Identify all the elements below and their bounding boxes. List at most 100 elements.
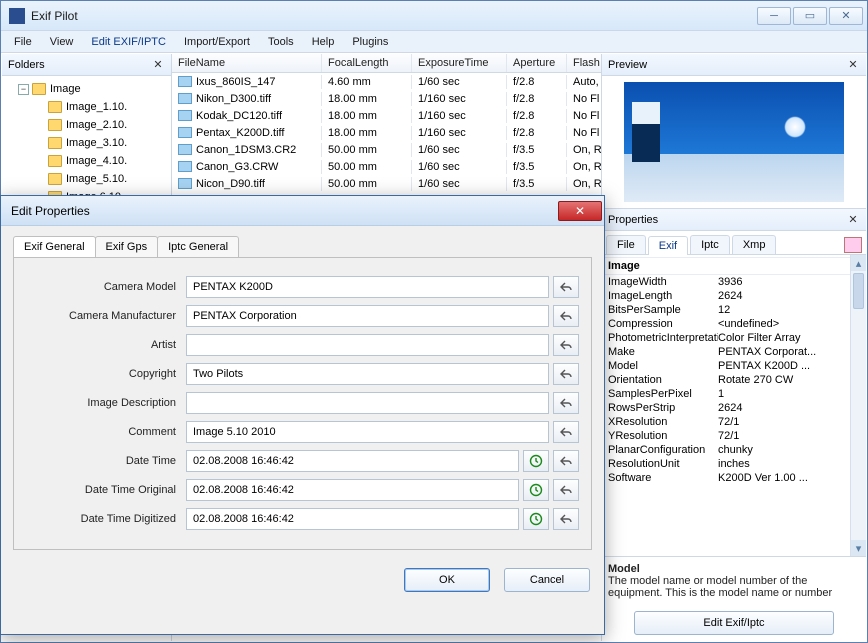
edit-exif-button[interactable]: Edit Exif/Iptc [634, 611, 834, 635]
comment-field[interactable] [186, 421, 549, 443]
property-row[interactable]: SoftwareK200D Ver 1.00 ... [602, 471, 866, 485]
camera-model-field[interactable] [186, 276, 549, 298]
undo-button[interactable] [553, 305, 579, 327]
field-label: Date Time Original [26, 484, 186, 496]
minimize-button[interactable]: ─ [757, 7, 791, 25]
undo-button[interactable] [553, 508, 579, 530]
properties-list[interactable]: ImageImageWidth3936ImageLength2624BitsPe… [602, 255, 866, 556]
tree-item-label[interactable]: Image_2.10. [66, 119, 127, 131]
undo-button[interactable] [553, 363, 579, 385]
cell: f/2.8 [507, 109, 567, 123]
date-time-digitized-field[interactable] [186, 508, 519, 530]
cell: Nicon_D90.tiff [172, 177, 322, 191]
undo-button[interactable] [553, 421, 579, 443]
property-row[interactable]: RowsPerStrip2624 [602, 401, 866, 415]
property-row[interactable]: ImageLength2624 [602, 289, 866, 303]
dialog-tab-iptc-general[interactable]: Iptc General [157, 236, 239, 257]
property-row[interactable]: XResolution72/1 [602, 415, 866, 429]
table-row[interactable]: Ixus_860IS_1474.60 mm1/60 secf/2.8Auto, [172, 73, 601, 90]
scroll-thumb[interactable] [853, 273, 864, 309]
folder-tree[interactable]: − Image Image_1.10. Image_2.10. Image_3.10. I… [2, 76, 171, 210]
date-time-original-field[interactable] [186, 479, 519, 501]
property-row[interactable]: ResolutionUnitinches [602, 457, 866, 471]
dialog-close-button[interactable]: ✕ [558, 201, 602, 221]
cell: 50.00 mm [322, 177, 412, 191]
date-time-field[interactable] [186, 450, 519, 472]
copyright-field[interactable] [186, 363, 549, 385]
table-row[interactable]: Pentax_K200D.tiff18.00 mm1/160 secf/2.8N… [172, 124, 601, 141]
tree-item-label[interactable]: Image_4.10. [66, 155, 127, 167]
dialog-tab-exif-gps[interactable]: Exif Gps [95, 236, 159, 257]
column-header[interactable]: FocalLength [322, 54, 412, 72]
tab-iptc[interactable]: Iptc [690, 235, 730, 254]
property-row[interactable]: Compression<undefined> [602, 317, 866, 331]
tab-exif[interactable]: Exif [648, 236, 688, 255]
table-row[interactable]: Nicon_D90.tiff50.00 mm1/60 secf/3.5On, R [172, 175, 601, 192]
cell: f/2.8 [507, 75, 567, 89]
folders-close-icon[interactable]: ✕ [151, 58, 165, 71]
tree-collapse-icon[interactable]: − [18, 84, 29, 95]
tree-item-label[interactable]: Image_1.10. [66, 101, 127, 113]
dialog-tab-exif-general[interactable]: Exif General [13, 236, 96, 257]
scroll-down-icon[interactable]: ▾ [851, 540, 866, 556]
camera-manufacturer-field[interactable] [186, 305, 549, 327]
undo-button[interactable] [553, 334, 579, 356]
property-row[interactable]: YResolution72/1 [602, 429, 866, 443]
property-row[interactable]: PlanarConfigurationchunky [602, 443, 866, 457]
ok-button[interactable]: OK [404, 568, 490, 592]
undo-button[interactable] [553, 392, 579, 414]
menu-plugins[interactable]: Plugins [343, 33, 397, 51]
now-button[interactable] [523, 479, 549, 501]
menu-tools[interactable]: Tools [259, 33, 303, 51]
tree-item-label[interactable]: Image_5.10. [66, 173, 127, 185]
cell: No Fl [567, 92, 601, 106]
property-row[interactable]: SamplesPerPixel1 [602, 387, 866, 401]
menu-help[interactable]: Help [303, 33, 344, 51]
close-button[interactable]: ✕ [829, 7, 863, 25]
property-row[interactable]: OrientationRotate 270 CW [602, 373, 866, 387]
table-row[interactable]: Nikon_D300.tiff18.00 mm1/160 secf/2.8No … [172, 90, 601, 107]
tab-file[interactable]: File [606, 235, 646, 254]
column-header[interactable]: ExposureTime [412, 54, 507, 72]
property-row[interactable]: ImageWidth3936 [602, 275, 866, 289]
tree-root-label[interactable]: Image [50, 83, 81, 95]
property-value: inches [718, 458, 860, 470]
file-icon [178, 110, 192, 121]
table-row[interactable]: Canon_G3.CRW50.00 mm1/60 secf/3.5On, R [172, 158, 601, 175]
form-row: Camera Manufacturer [26, 305, 579, 327]
maximize-button[interactable]: ▭ [793, 7, 827, 25]
undo-button[interactable] [553, 450, 579, 472]
image-description-field[interactable] [186, 392, 549, 414]
property-group[interactable]: Image [602, 257, 866, 275]
column-header[interactable]: FileName [172, 54, 322, 72]
preview-close-icon[interactable]: ✕ [846, 58, 860, 71]
properties-scrollbar[interactable]: ▴ ▾ [850, 255, 866, 556]
undo-button[interactable] [553, 276, 579, 298]
menu-view[interactable]: View [41, 33, 83, 51]
file-grid-header[interactable]: FileNameFocalLengthExposureTimeApertureF… [172, 54, 601, 73]
scroll-up-icon[interactable]: ▴ [851, 255, 866, 271]
now-button[interactable] [523, 508, 549, 530]
menu-edit-exif-iptc[interactable]: Edit EXIF/IPTC [82, 33, 175, 51]
undo-button[interactable] [553, 479, 579, 501]
menu-file[interactable]: File [5, 33, 41, 51]
tree-item-label[interactable]: Image_3.10. [66, 137, 127, 149]
property-row[interactable]: BitsPerSample12 [602, 303, 866, 317]
column-header[interactable]: Flash [567, 54, 601, 72]
artist-field[interactable] [186, 334, 549, 356]
menu-import-export[interactable]: Import/Export [175, 33, 259, 51]
settings-icon[interactable] [844, 237, 862, 253]
table-row[interactable]: Kodak_DC120.tiff18.00 mm1/160 secf/2.8No… [172, 107, 601, 124]
properties-close-icon[interactable]: ✕ [846, 213, 860, 226]
cell: Nikon_D300.tiff [172, 92, 322, 106]
cell: No Fl [567, 109, 601, 123]
now-button[interactable] [523, 450, 549, 472]
table-row[interactable]: Canon_1DSM3.CR250.00 mm1/60 secf/3.5On, … [172, 141, 601, 158]
property-row[interactable]: ModelPENTAX K200D ... [602, 359, 866, 373]
cancel-button[interactable]: Cancel [504, 568, 590, 592]
file-grid-body[interactable]: Ixus_860IS_1474.60 mm1/60 secf/2.8Auto,N… [172, 73, 601, 192]
tab-xmp[interactable]: Xmp [732, 235, 777, 254]
property-row[interactable]: PhotometricInterpretatioColor Filter Arr… [602, 331, 866, 345]
column-header[interactable]: Aperture [507, 54, 567, 72]
property-row[interactable]: MakePENTAX Corporat... [602, 345, 866, 359]
